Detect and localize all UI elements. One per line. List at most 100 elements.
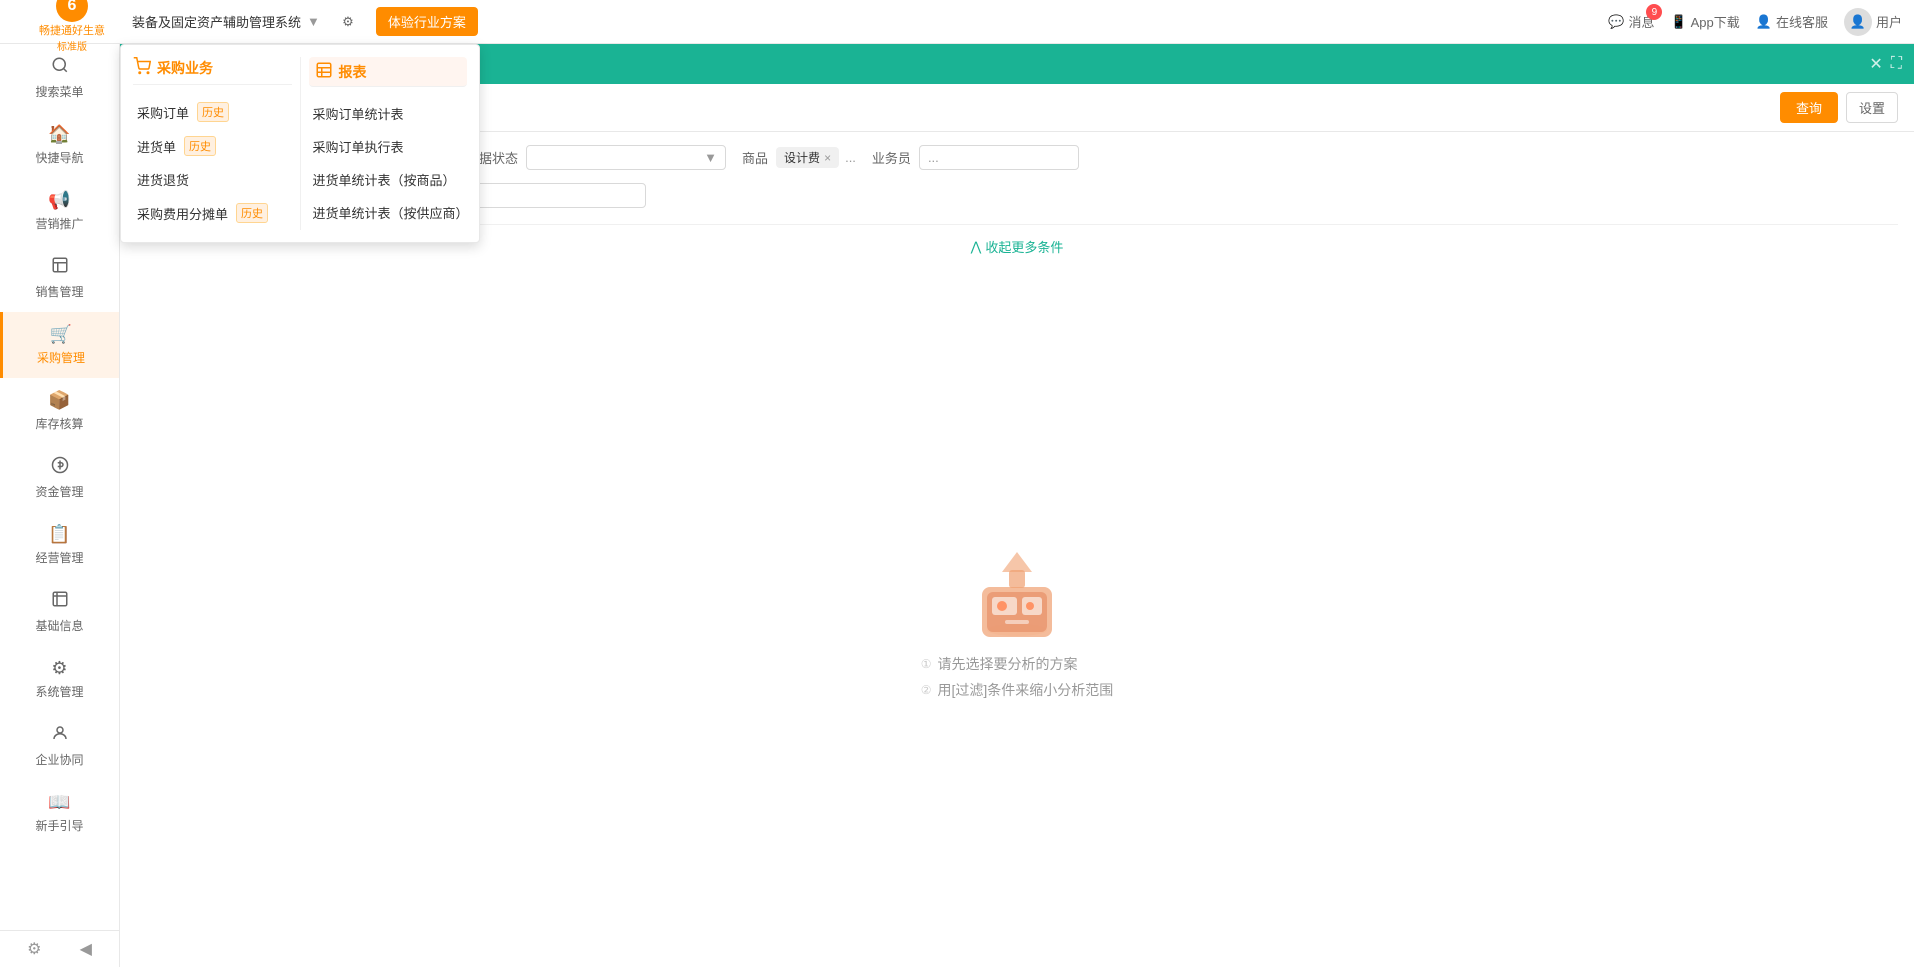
report-section: 报表 采购订单统计表 采购订单执行表 进货单统计表（按商品） 进货单统计表（按供… bbox=[309, 57, 468, 230]
home-icon: 🏠 bbox=[48, 124, 70, 145]
sidebar-item-nav[interactable]: 🏠 快捷导航 bbox=[0, 112, 119, 178]
top-bar: 6 畅捷通好生意 标准版 装备及固定资产辅助管理系统 ▼ ⚙ 体验行业方案 💬 … bbox=[0, 0, 1914, 44]
empty-hint-1: ① 请先选择要分析的方案 bbox=[921, 654, 1078, 674]
menu-divider bbox=[300, 57, 301, 230]
dropdown-arrow-icon[interactable]: ▼ bbox=[307, 14, 320, 29]
collapse-button[interactable]: ⋀ 收起更多条件 bbox=[965, 231, 1070, 262]
sidebar-item-inventory-label: 库存核算 bbox=[35, 415, 83, 432]
salesman-input[interactable]: ... bbox=[919, 145, 1079, 170]
purchase-order-exec-item[interactable]: 采购订单执行表 bbox=[309, 130, 468, 163]
incoming-order-item[interactable]: 进货单 历史 bbox=[133, 129, 292, 163]
return-goods-label: 进货退货 bbox=[137, 170, 189, 189]
service-icon: 👤 bbox=[1756, 14, 1772, 30]
purchase-expense-item[interactable]: 采购费用分摊单 历史 bbox=[133, 196, 292, 230]
sidebar-item-enterprise[interactable]: 企业协同 bbox=[0, 712, 119, 780]
basic-icon bbox=[51, 590, 69, 613]
top-right-area: 💬 消息 9 📱 App下载 👤 在线客服 👤 用户 bbox=[1608, 8, 1902, 36]
sidebar-item-search-label: 搜索菜单 bbox=[35, 83, 83, 100]
purchase-section: 采购业务 采购订单 历史 进货单 历史 进货退货 采购费用分摊单 历史 bbox=[133, 57, 292, 230]
empty-svg bbox=[957, 542, 1077, 642]
purchase-order-stat-label: 采购订单统计表 bbox=[313, 104, 404, 123]
sidebar-item-search[interactable]: 搜索菜单 bbox=[0, 44, 119, 112]
status-filter: 单据状态 ▼ bbox=[466, 145, 726, 170]
capital-icon bbox=[51, 456, 69, 479]
sidebar-item-guide-label: 新手引导 bbox=[35, 817, 83, 834]
status-input[interactable]: ▼ bbox=[526, 145, 726, 170]
empty-text-area: ① 请先选择要分析的方案 ② 用[过滤]条件来缩小分析范围 bbox=[921, 654, 1114, 700]
salesman-label: 业务员 bbox=[872, 148, 911, 167]
goods-filter-values: 设计费 × ... bbox=[776, 147, 856, 168]
inventory-icon: 📦 bbox=[48, 390, 70, 411]
sidebar-item-guide[interactable]: 📖 新手引导 bbox=[0, 780, 119, 846]
purchase-icon: 🛒 bbox=[50, 324, 72, 345]
user-area[interactable]: 👤 用户 bbox=[1844, 8, 1902, 36]
search-icon bbox=[51, 56, 69, 79]
purchase-order-exec-label: 采购订单执行表 bbox=[313, 137, 404, 156]
sidebar-item-system-label: 系统管理 bbox=[35, 683, 83, 700]
purchase-order-label: 采购订单 bbox=[137, 103, 189, 122]
toolbar-right: 查询 设置 bbox=[1780, 92, 1898, 123]
system-title-text: 装备及固定资产辅助管理系统 bbox=[132, 12, 301, 31]
goods-filter: 商品 设计费 × ... bbox=[742, 147, 856, 168]
purchase-order-item[interactable]: 采购订单 历史 bbox=[133, 95, 292, 129]
sidebar-item-basic-label: 基础信息 bbox=[35, 617, 83, 634]
sidebar-item-sales-label: 销售管理 bbox=[35, 283, 83, 300]
incoming-order-history-badge: 历史 bbox=[184, 136, 216, 156]
purchase-order-history-badge: 历史 bbox=[197, 102, 229, 122]
report-section-icon bbox=[315, 61, 333, 82]
sales-icon bbox=[51, 256, 69, 279]
goods-dots[interactable]: ... bbox=[845, 150, 856, 165]
purchase-order-stat-item[interactable]: 采购订单统计表 bbox=[309, 97, 468, 130]
sidebar-item-basic[interactable]: 基础信息 bbox=[0, 578, 119, 646]
settings-button[interactable]: 设置 bbox=[1846, 92, 1898, 123]
purchase-dropdown-menu: 采购业务 采购订单 历史 进货单 历史 进货退货 采购费用分摊单 历史 报表 采… bbox=[120, 44, 480, 243]
message-icon: 💬 bbox=[1608, 14, 1624, 30]
sidebar-item-inventory[interactable]: 📦 库存核算 bbox=[0, 378, 119, 444]
sidebar-bottom: ⚙ ◀ bbox=[0, 930, 119, 967]
purchase-section-title: 采购业务 bbox=[133, 57, 292, 85]
empty-state: ① 请先选择要分析的方案 ② 用[过滤]条件来缩小分析范围 bbox=[120, 274, 1914, 967]
system-title-area: 装备及固定资产辅助管理系统 ▼ ⚙ 体验行业方案 bbox=[132, 7, 478, 36]
logo-text: 畅捷通好生意 bbox=[39, 22, 105, 38]
sidebar-item-purchase-label: 采购管理 bbox=[37, 349, 85, 366]
logo-area: 6 畅捷通好生意 标准版 bbox=[12, 0, 132, 53]
online-service-button[interactable]: 👤 在线客服 bbox=[1756, 12, 1828, 31]
goods-tag-close[interactable]: × bbox=[824, 151, 831, 165]
goods-tag: 设计费 × bbox=[776, 147, 839, 168]
industry-button[interactable]: 体验行业方案 bbox=[376, 7, 478, 36]
report-section-title: 报表 bbox=[309, 57, 468, 87]
purchase-expense-history-badge: 历史 bbox=[236, 203, 268, 223]
tab-expand-icon[interactable]: ⛶ bbox=[1891, 55, 1902, 73]
empty-hint-2: ② 用[过滤]条件来缩小分析范围 bbox=[921, 680, 1114, 700]
salesman-dots[interactable]: ... bbox=[928, 150, 939, 165]
sidebar-item-marketing[interactable]: 📢 营销推广 bbox=[0, 178, 119, 244]
sidebar-item-operation[interactable]: 📋 经营管理 bbox=[0, 512, 119, 578]
enterprise-icon bbox=[51, 724, 69, 747]
sidebar-item-system[interactable]: ⚙ 系统管理 bbox=[0, 646, 119, 712]
incoming-stat-supplier-item[interactable]: 进货单统计表（按供应商） bbox=[309, 196, 468, 229]
avatar: 👤 bbox=[1844, 8, 1872, 36]
sidebar-collapse-button[interactable]: ◀ bbox=[80, 939, 92, 959]
message-badge: 9 bbox=[1646, 4, 1662, 20]
sidebar-item-sales[interactable]: 销售管理 bbox=[0, 244, 119, 312]
system-icon: ⚙ bbox=[51, 658, 67, 679]
salesman-filter: 业务员 ... bbox=[872, 145, 1079, 170]
app-download-button[interactable]: 📱 App下载 bbox=[1670, 12, 1739, 31]
sidebar-settings-button[interactable]: ⚙ bbox=[27, 939, 41, 959]
sidebar-item-capital[interactable]: 资金管理 bbox=[0, 444, 119, 512]
collapse-arrow-icon: ⋀ bbox=[971, 239, 982, 255]
marketing-icon: 📢 bbox=[48, 190, 70, 211]
app-icon: 📱 bbox=[1670, 14, 1686, 30]
incoming-order-label: 进货单 bbox=[137, 137, 176, 156]
tab-close-all-icon[interactable]: ✕ bbox=[1869, 54, 1882, 74]
sidebar-item-purchase[interactable]: 🛒 采购管理 bbox=[0, 312, 119, 378]
return-goods-item[interactable]: 进货退货 bbox=[133, 163, 292, 196]
sidebar-item-enterprise-label: 企业协同 bbox=[35, 751, 83, 768]
logo-icon: 6 bbox=[56, 0, 88, 22]
message-button[interactable]: 💬 消息 9 bbox=[1608, 12, 1654, 31]
logo-sub: 标准版 bbox=[57, 38, 87, 53]
incoming-stat-goods-label: 进货单统计表（按商品） bbox=[313, 170, 456, 189]
query-button[interactable]: 查询 bbox=[1780, 92, 1838, 123]
gear-button[interactable]: ⚙ bbox=[334, 8, 362, 36]
incoming-stat-goods-item[interactable]: 进货单统计表（按商品） bbox=[309, 163, 468, 196]
